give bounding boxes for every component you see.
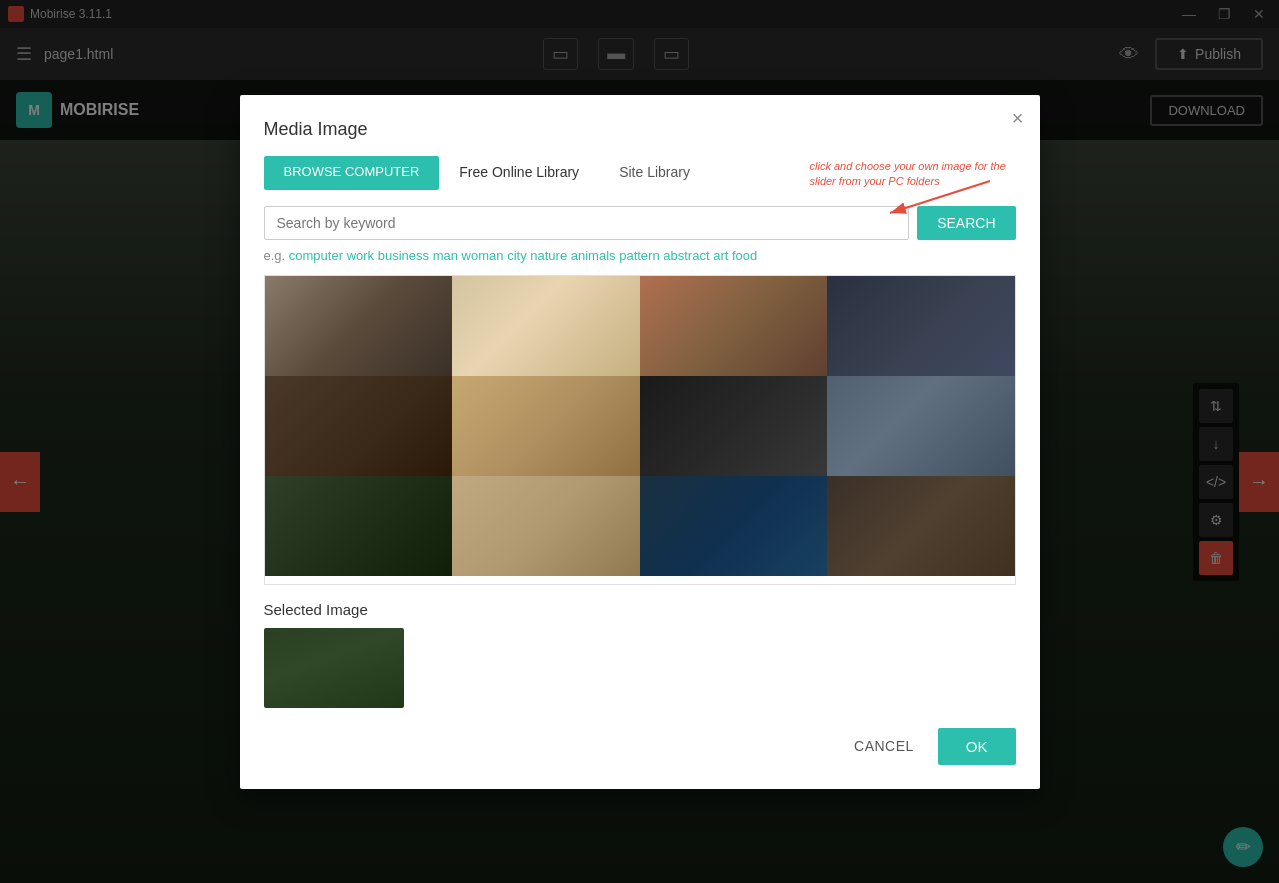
keywords-prefix: e.g. — [264, 248, 286, 263]
tab-bar: BROWSE COMPUTER Free Online Library Site… — [264, 156, 1016, 190]
image-item[interactable] — [640, 476, 828, 576]
selected-image[interactable] — [264, 628, 404, 708]
selected-image-label: Selected Image — [264, 601, 1016, 618]
keyword-animals[interactable]: animals — [571, 248, 616, 263]
cancel-button[interactable]: CANCEL — [842, 730, 926, 762]
image-item[interactable] — [452, 276, 640, 376]
modal-close-button[interactable]: × — [1012, 107, 1024, 130]
selected-image-thumb — [264, 628, 404, 708]
modal-title: Media Image — [264, 119, 1016, 140]
search-row: SEARCH — [264, 206, 1016, 240]
keyword-man[interactable]: man — [433, 248, 458, 263]
image-item[interactable] — [640, 376, 828, 476]
image-item[interactable] — [827, 476, 1015, 576]
keyword-pattern[interactable]: pattern — [619, 248, 659, 263]
image-item[interactable] — [265, 476, 453, 576]
image-item[interactable] — [452, 376, 640, 476]
keyword-work[interactable]: work — [347, 248, 374, 263]
site-library-tab[interactable]: Site Library — [599, 156, 710, 190]
image-grid-container[interactable] — [264, 275, 1016, 585]
ok-button[interactable]: OK — [938, 728, 1016, 765]
image-item[interactable] — [452, 476, 640, 576]
image-item[interactable] — [827, 376, 1015, 476]
image-item[interactable] — [640, 276, 828, 376]
free-library-tab[interactable]: Free Online Library — [439, 156, 599, 190]
search-button[interactable]: SEARCH — [917, 206, 1015, 240]
image-item[interactable] — [265, 376, 453, 476]
browse-computer-tab[interactable]: BROWSE COMPUTER — [264, 156, 440, 190]
keywords-row: e.g. computer work business man woman ci… — [264, 248, 1016, 263]
media-image-modal: Media Image × click and choose your own … — [240, 95, 1040, 789]
keyword-business[interactable]: business — [378, 248, 429, 263]
search-input[interactable] — [264, 206, 910, 240]
keyword-computer[interactable]: computer — [289, 248, 343, 263]
keyword-woman[interactable]: woman — [462, 248, 504, 263]
modal-overlay: Media Image × click and choose your own … — [0, 0, 1279, 883]
image-item[interactable] — [265, 276, 453, 376]
modal-footer: CANCEL OK — [264, 728, 1016, 765]
keyword-art[interactable]: art — [713, 248, 728, 263]
image-item[interactable] — [827, 276, 1015, 376]
keyword-food[interactable]: food — [732, 248, 757, 263]
keyword-abstract[interactable]: abstract — [663, 248, 709, 263]
keyword-city[interactable]: city — [507, 248, 527, 263]
keyword-nature[interactable]: nature — [530, 248, 567, 263]
image-grid — [265, 276, 1015, 576]
